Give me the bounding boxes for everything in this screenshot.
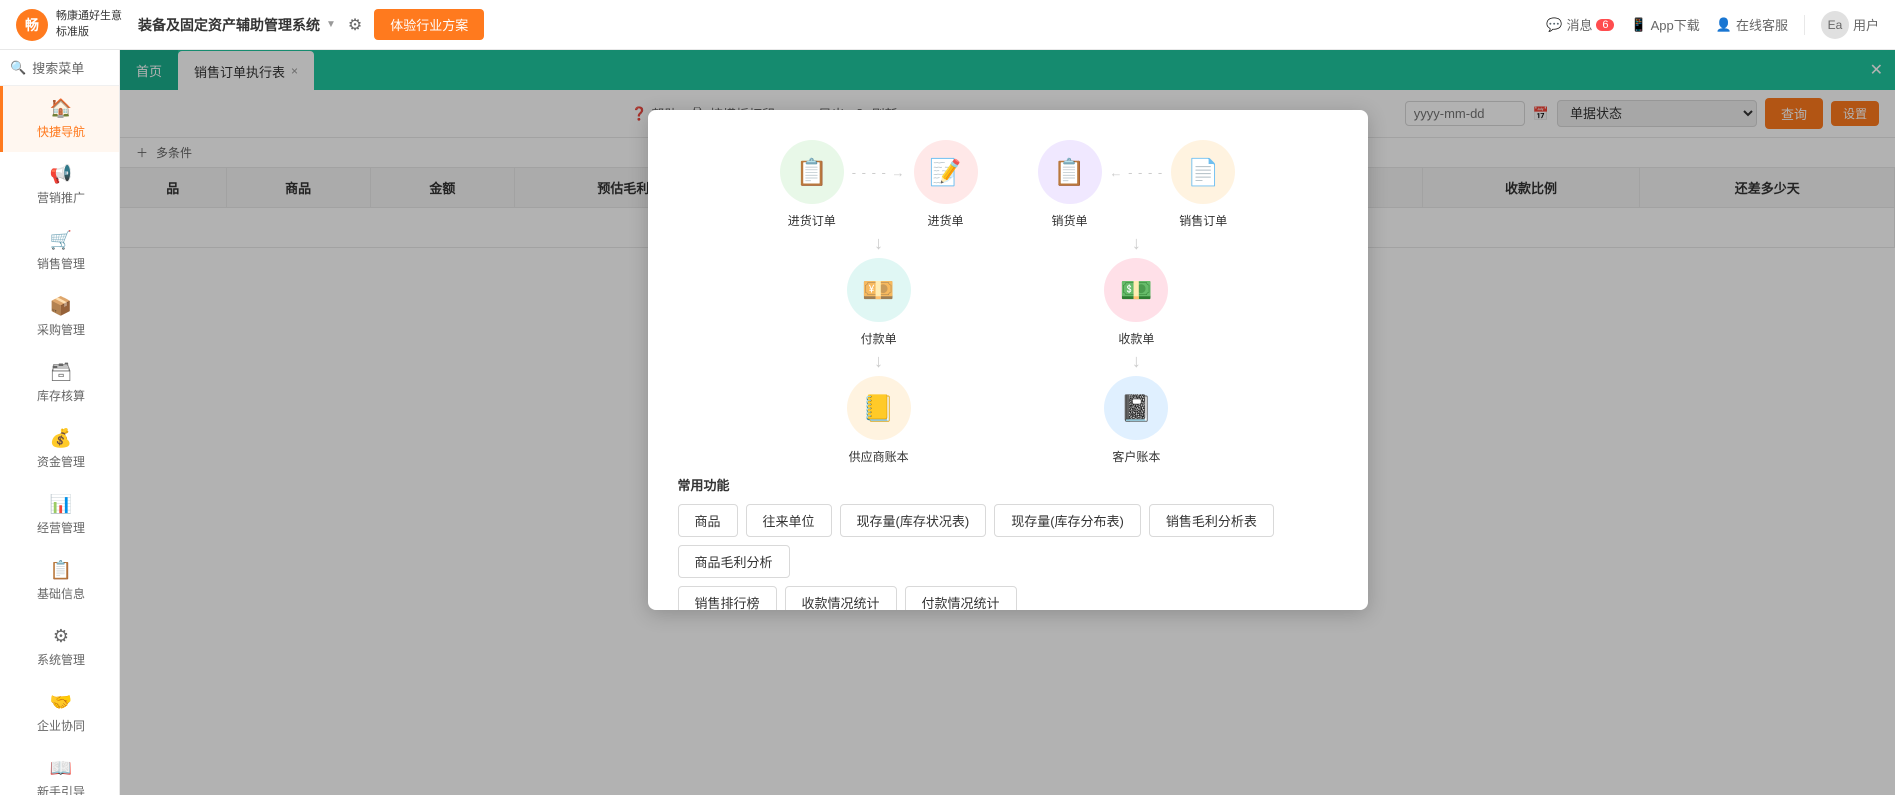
func-btn-stock-status[interactable]: 现存量(库存状况表) [840,504,987,537]
purchase-order-node: 📋 进货订单 [780,140,844,229]
sale-bill-label: 销货单 [1051,212,1087,229]
sales-icon: 🛒 [50,230,72,251]
inventory-icon: 🗃 [50,362,73,383]
func-row-1: 商品 往来单位 现存量(库存状况表) 现存量(库存分布表) 销售毛利分析表 商品… [678,504,1338,578]
sale-order-circle: 📄 [1171,140,1235,204]
payment-node: 💴 付款单 [847,258,911,347]
sales-top-row: 📋 销货单 ← - - - - 📄 销售订单 [1038,140,1236,229]
content-area: 首页 销售订单执行表 × ✕ ❓ 帮助 🖨 [120,50,1895,795]
func-btn-receipt-stats[interactable]: 收款情况统计 [785,586,897,610]
func-btn-sales-rank[interactable]: 销售排行榜 [678,586,777,610]
app-download-button[interactable]: 📱 App下载 [1630,15,1699,34]
v-arrow-sale: ↓ [1132,233,1141,254]
purchase-bill-node: 📝 进货单 [914,140,978,229]
logo-area: 畅 畅康通好生意 标准版 [16,9,126,41]
purchase-icon: 📦 [50,296,72,317]
system-dropdown-arrow[interactable]: ▼ [326,19,336,30]
search-menu[interactable]: 🔍 搜索菜单 [0,50,119,86]
sale-order-node: 📄 销售订单 [1171,140,1235,229]
sale-bill-node: 📋 销货单 [1038,140,1102,229]
receipt-node: 💵 收款单 [1104,258,1168,347]
sale-bill-circle: 📋 [1038,140,1102,204]
sidebar-item-inventory[interactable]: 🗃 库存核算 [0,350,119,416]
logo-text: 畅康通好生意 标准版 [56,9,122,40]
sidebar-item-purchase[interactable]: 📦 采购管理 [0,284,119,350]
service-icon: 👤 [1716,17,1732,33]
settings-icon[interactable]: ⚙ [348,15,362,35]
payment-label: 付款单 [861,330,897,347]
sidebar: 🔍 搜索菜单 🏠 快捷导航 📢 营销推广 🛒 销售管理 📦 采购管理 🗃 [0,50,120,795]
v-arrow-receipt: ↓ [1132,351,1141,372]
avatar: Ea [1821,11,1849,39]
receipt-circle: 💵 [1104,258,1168,322]
customer-ledger-circle: 📓 [1104,376,1168,440]
purchase-bill-circle: 📝 [914,140,978,204]
h-arrow-1: - - - - → [844,165,914,204]
search-icon: 🔍 [10,60,26,76]
func-btn-payment-stats[interactable]: 付款情况统计 [905,586,1017,610]
purchase-flow: 📋 进货订单 - - - - → 📝 进货单 [780,140,978,465]
message-button[interactable]: 💬 消息 6 [1546,15,1614,34]
user-area[interactable]: Ea 用户 [1821,11,1879,39]
sidebar-item-quick-nav[interactable]: 🏠 快捷导航 [0,86,119,152]
beginner-icon: 📖 [50,758,72,779]
system-icon: ⚙ [53,626,69,647]
customer-ledger-node: 📓 客户账本 [1104,376,1168,465]
sidebar-item-operations[interactable]: 📊 经营管理 [0,482,119,548]
enterprise-icon: 🤝 [50,692,72,713]
download-icon: 📱 [1630,17,1646,33]
online-service-button[interactable]: 👤 在线客服 [1716,15,1788,34]
common-funcs-section: 常用功能 商品 往来单位 现存量(库存状况表) 现存量(库存分布表) 销售毛利分… [678,475,1338,610]
sidebar-item-system[interactable]: ⚙ 系统管理 [0,614,119,680]
sidebar-item-marketing[interactable]: 📢 营销推广 [0,152,119,218]
sidebar-item-enterprise[interactable]: 🤝 企业协同 [0,680,119,746]
divider [1804,15,1805,35]
purchase-order-label: 进货订单 [788,212,836,229]
func-btn-stock-dist[interactable]: 现存量(库存分布表) [994,504,1141,537]
message-badge: 6 [1596,19,1614,31]
marketing-icon: 📢 [50,164,72,185]
sidebar-item-basic-info[interactable]: 📋 基础信息 [0,548,119,614]
sidebar-item-beginner[interactable]: 📖 新手引导 [0,746,119,795]
customer-ledger-label: 客户账本 [1112,448,1160,465]
top-right-area: 💬 消息 6 📱 App下载 👤 在线客服 Ea 用户 [1546,11,1879,39]
home-icon: 🏠 [50,98,72,119]
receipt-label: 收款单 [1118,330,1154,347]
supplier-ledger-circle: 📒 [847,376,911,440]
trial-button[interactable]: 体验行业方案 [374,9,484,40]
message-icon: 💬 [1546,17,1562,33]
logo-icon: 畅 [16,9,48,41]
purchase-top-row: 📋 进货订单 - - - - → 📝 进货单 [780,140,978,229]
h-arrow-2: ← - - - - [1102,165,1172,204]
operations-icon: 📊 [50,494,72,515]
purchase-order-circle: 📋 [780,140,844,204]
func-btn-product[interactable]: 商品 [678,504,738,537]
common-funcs-title: 常用功能 [678,475,1338,494]
supplier-ledger-node: 📒 供应商账本 [847,376,911,465]
sidebar-item-finance[interactable]: 💰 资金管理 [0,416,119,482]
sidebar-item-sales[interactable]: 🛒 销售管理 [0,218,119,284]
sale-order-label: 销售订单 [1179,212,1227,229]
sales-flow: 📋 销货单 ← - - - - 📄 销售订单 [1038,140,1236,465]
func-btn-gross-margin[interactable]: 销售毛利分析表 [1149,504,1274,537]
popup-panel: 📋 进货订单 - - - - → 📝 进货单 [648,110,1368,610]
finance-icon: 💰 [50,428,72,449]
v-arrow-purchase: ↓ [874,233,883,254]
purchase-bill-label: 进货单 [927,212,963,229]
func-btn-contacts[interactable]: 往来单位 [746,504,832,537]
overlay[interactable]: 📋 进货订单 - - - - → 📝 进货单 [120,50,1895,795]
payment-circle: 💴 [847,258,911,322]
system-title: 装备及固定资产辅助管理系统 ▼ [138,15,336,35]
supplier-ledger-label: 供应商账本 [849,448,909,465]
v-arrow-payment: ↓ [874,351,883,372]
func-btn-product-margin[interactable]: 商品毛利分析 [678,545,790,578]
basic-info-icon: 📋 [50,560,72,581]
func-row-2: 销售排行榜 收款情况统计 付款情况统计 [678,586,1338,610]
flow-diagram: 📋 进货订单 - - - - → 📝 进货单 [678,140,1338,465]
